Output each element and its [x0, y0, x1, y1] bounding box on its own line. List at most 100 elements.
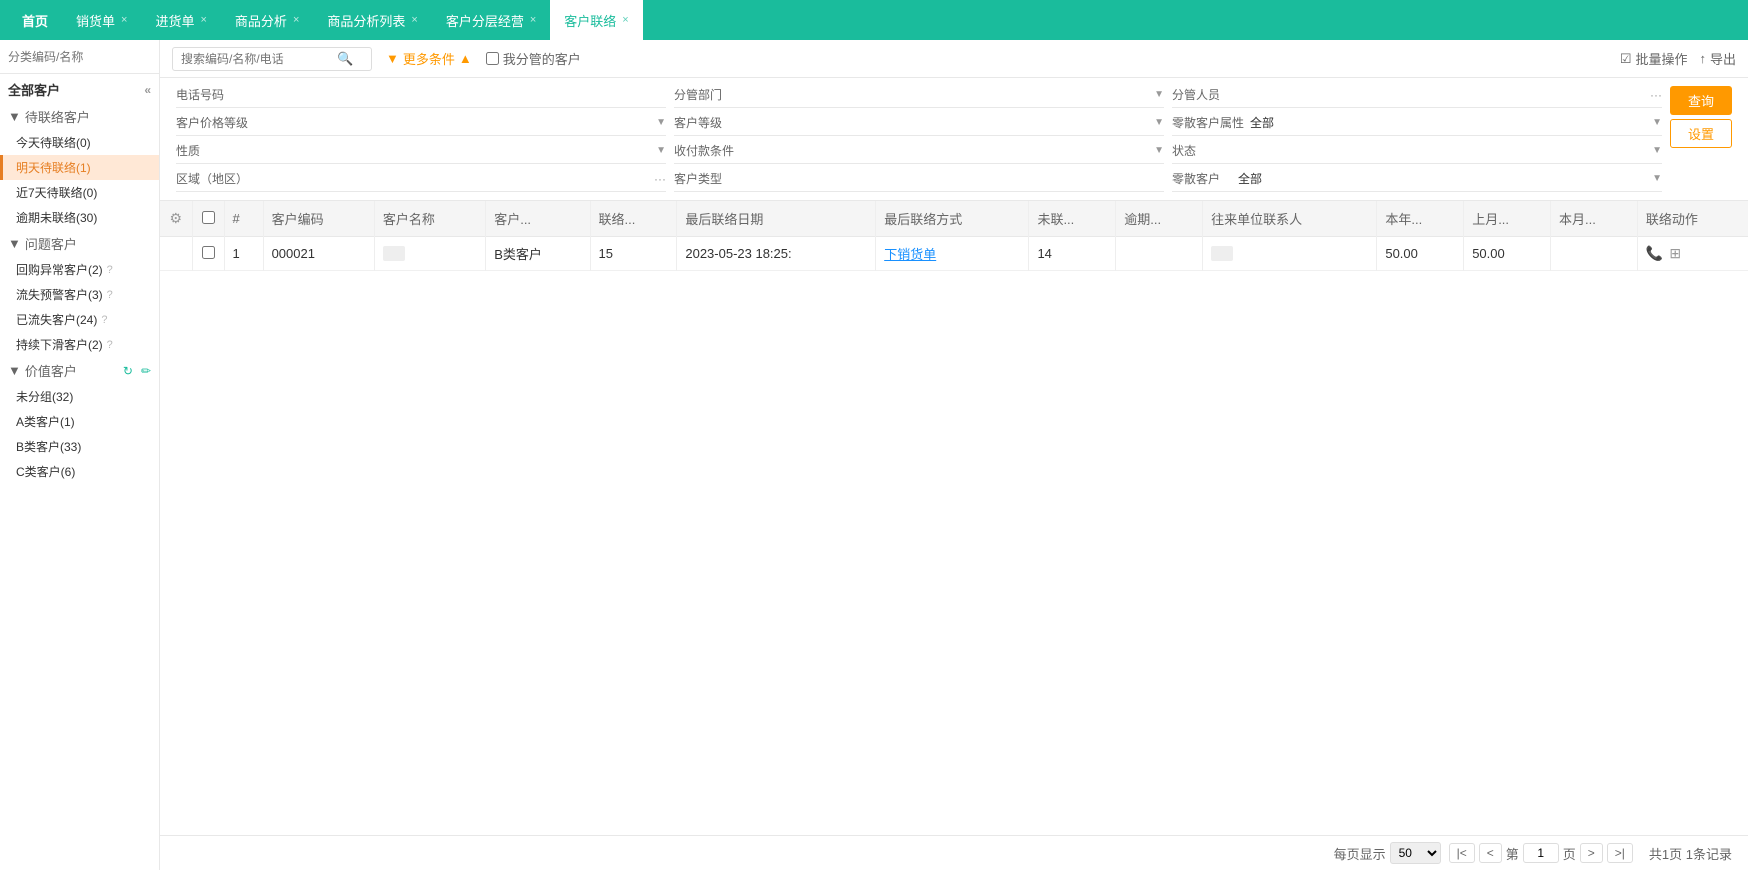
select-all-checkbox[interactable]	[202, 211, 215, 224]
export-button[interactable]: ↑ 导出	[1699, 49, 1736, 68]
nav-goods-analysis[interactable]: 商品分析 ×	[221, 0, 313, 40]
sidebar-item-repurchase-abnormal[interactable]: 回购异常客户(2) ?	[0, 257, 159, 282]
next-page-button[interactable]: >	[1580, 843, 1603, 863]
filter-row-1: 电话号码 分管部门 ▼ 分管人员 ···	[176, 86, 1662, 108]
edit-value-icon[interactable]: ✏	[141, 364, 151, 378]
th-this-year: 本年...	[1377, 201, 1464, 237]
sidebar-item-overdue-pending[interactable]: 逾期未联络(30)	[0, 205, 159, 230]
batch-op-button[interactable]: ☑ 批量操作	[1620, 49, 1688, 68]
my-customers-checkbox-label[interactable]: 我分管的客户	[486, 49, 581, 68]
help-icon-1: ?	[107, 264, 113, 276]
nav-home[interactable]: 首页	[8, 0, 62, 40]
sidebar-item-b-class[interactable]: B类客户(33)	[0, 434, 159, 459]
sidebar-group-problem: ▼ 问题客户	[0, 230, 159, 257]
filter-retail-customer: 零散客户 全部 ▼	[1172, 170, 1662, 192]
sidebar-item-churn-warning[interactable]: 流失预警客户(3) ?	[0, 282, 159, 307]
filter-status: 状态 ▼	[1172, 142, 1662, 164]
last-page-button[interactable]: >|	[1607, 843, 1633, 863]
help-icon-4: ?	[107, 339, 113, 351]
customer-tier-dropdown-icon[interactable]: ▼	[1154, 117, 1164, 128]
sidebar: 🔍 全部客户 « ▼ 待联络客户 今天待联络(0) 明天待联络(1) 近7天待联…	[0, 40, 160, 870]
close-purchase-icon[interactable]: ×	[200, 14, 206, 26]
status-dropdown-icon[interactable]: ▼	[1652, 145, 1662, 156]
sidebar-item-tomorrow-pending[interactable]: 明天待联络(1)	[0, 155, 159, 180]
nav-sales[interactable]: 销货单 ×	[62, 0, 141, 40]
action-icons: 📞 ⊞	[1646, 245, 1740, 262]
sidebar-item-declining[interactable]: 持续下滑客户(2) ?	[0, 332, 159, 357]
first-page-button[interactable]: |<	[1449, 843, 1475, 863]
top-nav: 首页 销货单 × 进货单 × 商品分析 × 商品分析列表 × 客户分层经营 × …	[0, 0, 1748, 40]
page-number-input[interactable]	[1523, 843, 1559, 863]
table-header-row: ⚙ # 客户编码 客户名称 客户... 联络... 最后联络日期 最后联络方式 …	[160, 201, 1748, 237]
price-tier-dropdown-icon[interactable]: ▼	[656, 117, 666, 128]
nav-purchase[interactable]: 进货单 ×	[141, 0, 220, 40]
td-gear	[160, 237, 192, 271]
nav-customer-contact[interactable]: 客户联络 ×	[550, 0, 642, 40]
th-index: #	[224, 201, 263, 237]
close-sales-icon[interactable]: ×	[121, 14, 127, 26]
filter-customer-tier: 客户等级 ▼	[674, 114, 1164, 136]
last-contact-link[interactable]: 下销货单	[884, 247, 936, 262]
th-name: 客户名称	[374, 201, 485, 237]
region-ellipsis-icon[interactable]: ···	[654, 172, 666, 186]
footer: 每页显示 50 100 200 |< < 第 页 > >| 共1页 1条记录	[160, 835, 1748, 870]
close-goods-analysis-list-icon[interactable]: ×	[411, 14, 417, 26]
close-goods-analysis-icon[interactable]: ×	[293, 14, 299, 26]
td-overdue	[1116, 237, 1203, 271]
export-icon: ↑	[1699, 51, 1706, 66]
sidebar-item-ungrouped[interactable]: 未分组(32)	[0, 384, 159, 409]
td-contact-count: 15	[590, 237, 677, 271]
retail-customer-dropdown-icon[interactable]: ▼	[1652, 173, 1662, 184]
page-nav: |< < 第 页 > >|	[1449, 843, 1633, 863]
filter-icon: ▼	[386, 51, 399, 66]
sidebar-group-pending: ▼ 待联络客户	[0, 103, 159, 130]
payment-dropdown-icon[interactable]: ▼	[1154, 145, 1164, 156]
person-ellipsis-icon[interactable]: ···	[1650, 88, 1662, 102]
filter-retail-attr: 零散客户属性 全部 ▼	[1172, 114, 1662, 136]
dept-dropdown-icon[interactable]: ▼	[1154, 89, 1164, 100]
collapse-sidebar-icon[interactable]: «	[144, 83, 151, 97]
customer-table: ⚙ # 客户编码 客户名称 客户... 联络... 最后联络日期 最后联络方式 …	[160, 201, 1748, 271]
filter-row-3: 性质 ▼ 收付款条件 ▼ 状态 ▼	[176, 142, 1662, 164]
nav-customer-tier[interactable]: 客户分层经营 ×	[432, 0, 550, 40]
th-no-contact: 未联...	[1029, 201, 1116, 237]
th-overdue: 逾期...	[1116, 201, 1203, 237]
th-last-contact-method: 最后联络方式	[876, 201, 1029, 237]
query-set-col: 查询 设置	[1670, 86, 1732, 148]
filter-phone-input[interactable]	[242, 88, 666, 102]
th-code: 客户编码	[263, 201, 374, 237]
filter-customer-type: 客户类型	[674, 170, 1164, 192]
th-this-month: 本月...	[1551, 201, 1638, 237]
row-checkbox[interactable]	[202, 246, 215, 259]
help-icon-2: ?	[107, 289, 113, 301]
set-button[interactable]: 设置	[1670, 119, 1732, 148]
total-records-label: 共1页 1条记录	[1649, 844, 1732, 863]
filter-row-2: 客户价格等级 ▼ 客户等级 ▼ 零散客户属性 全部 ▼	[176, 114, 1662, 136]
nav-goods-analysis-list[interactable]: 商品分析列表 ×	[313, 0, 431, 40]
sidebar-item-a-class[interactable]: A类客户(1)	[0, 409, 159, 434]
query-button[interactable]: 查询	[1670, 86, 1732, 115]
action-grid-icon[interactable]: ⊞	[1669, 245, 1681, 262]
sidebar-item-7days-pending[interactable]: 近7天待联络(0)	[0, 180, 159, 205]
more-filters-button[interactable]: ▼ 更多条件 ▲	[380, 46, 478, 71]
sidebar-item-churned[interactable]: 已流失客户(24) ?	[0, 307, 159, 332]
search-box: 🔍	[172, 47, 372, 71]
prev-page-button[interactable]: <	[1479, 843, 1502, 863]
refresh-value-icon[interactable]: ↻	[123, 364, 133, 378]
action-phone-icon[interactable]: 📞	[1646, 245, 1663, 262]
search-icon[interactable]: 🔍	[337, 51, 353, 67]
close-customer-contact-icon[interactable]: ×	[622, 14, 628, 26]
td-this-month	[1551, 237, 1638, 271]
retail-attr-dropdown-icon[interactable]: ▼	[1652, 117, 1662, 128]
sidebar-item-today-pending[interactable]: 今天待联络(0)	[0, 130, 159, 155]
nature-dropdown-icon[interactable]: ▼	[656, 145, 666, 156]
table-settings-icon[interactable]: ⚙	[169, 210, 182, 226]
all-customers-header: 全部客户 «	[0, 74, 159, 103]
th-type: 客户...	[486, 201, 590, 237]
page-size-select[interactable]: 50 100 200	[1390, 842, 1441, 864]
sidebar-item-c-class[interactable]: C类客户(6)	[0, 459, 159, 484]
sidebar-search-input[interactable]	[8, 50, 160, 64]
search-input[interactable]	[181, 52, 331, 66]
my-customers-checkbox[interactable]	[486, 52, 499, 65]
close-customer-tier-icon[interactable]: ×	[530, 14, 536, 26]
